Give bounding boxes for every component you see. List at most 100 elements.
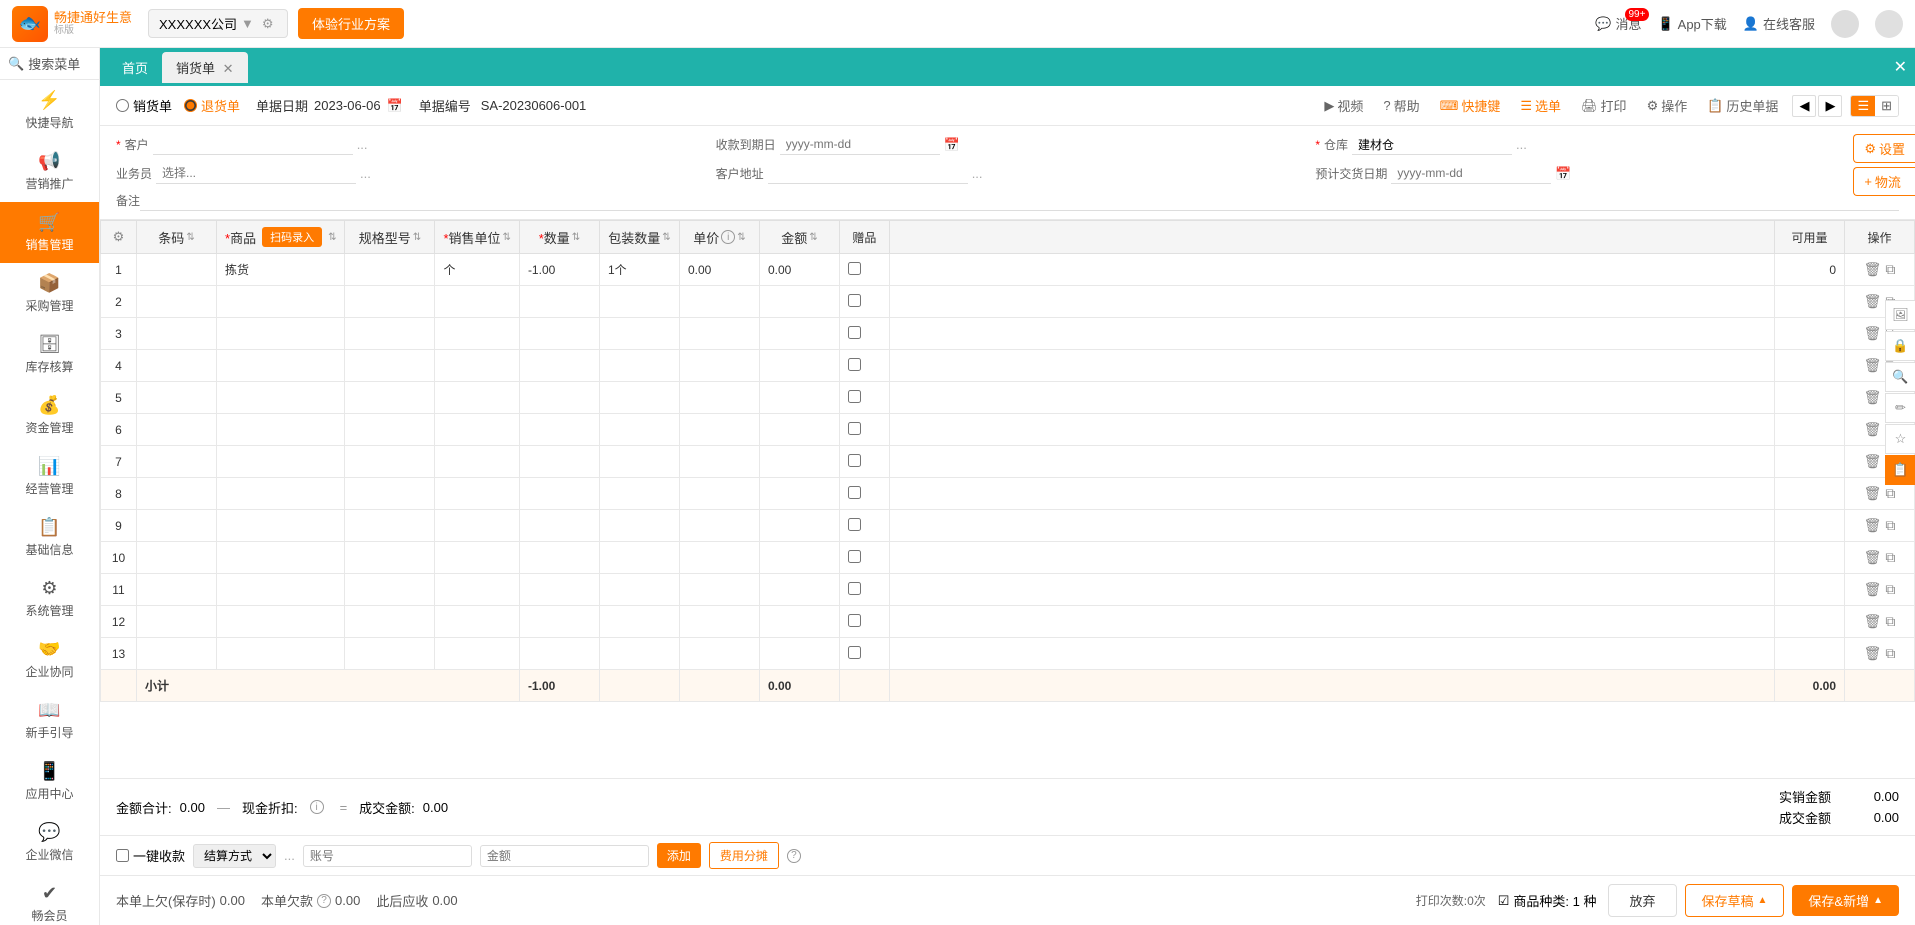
price-1[interactable]: 0.00 <box>679 254 759 286</box>
note-input[interactable] <box>140 190 1899 211</box>
goods-2[interactable] <box>217 286 345 318</box>
barcode-1[interactable] <box>137 254 217 286</box>
float-lock-btn[interactable]: 🔒 <box>1885 331 1915 361</box>
col-settings-gear-icon[interactable]: ⚙ <box>113 229 125 244</box>
balance-help-icon[interactable]: ? <box>317 894 331 908</box>
sidebar-item-wechat[interactable]: 💬 企业微信 <box>0 812 99 873</box>
sidebar-item-operation[interactable]: 📊 经营管理 <box>0 446 99 507</box>
sidebar-item-inventory[interactable]: 🗄 库存核算 <box>0 324 99 385</box>
one-click-payment-label[interactable]: 一键收款 <box>116 846 185 865</box>
payment-help-icon[interactable]: ? <box>787 849 801 863</box>
copy-icon-8[interactable]: ⧉ <box>1885 485 1895 502</box>
delete-icon-13[interactable]: 🗑 <box>1864 645 1882 662</box>
tab-home[interactable]: 首页 <box>108 52 162 83</box>
expected-delivery-input[interactable] <box>1391 163 1551 184</box>
sidebar-item-member[interactable]: ✔ 畅会员 <box>0 873 99 925</box>
gift-checkbox-1[interactable] <box>848 262 861 275</box>
payment-method-select[interactable]: 结算方式 <box>193 844 276 868</box>
print-btn[interactable]: 🖨 打印 <box>1575 94 1633 117</box>
sidebar-search[interactable]: 🔍 搜索菜单 <box>0 48 99 80</box>
logistics-button[interactable]: + 物流 <box>1853 167 1915 196</box>
goods-1[interactable]: 拣货 <box>217 254 345 286</box>
address-dots[interactable]: ... <box>972 166 983 181</box>
delete-icon-9[interactable]: 🗑 <box>1864 517 1882 534</box>
qty-1[interactable]: -1.00 <box>519 254 599 286</box>
sidebar-item-system[interactable]: ⚙ 系统管理 <box>0 568 99 629</box>
prev-arrow[interactable]: ◀ <box>1792 95 1816 117</box>
warehouse-dots[interactable]: ... <box>1516 137 1527 152</box>
return-order-radio[interactable]: 退货单 <box>184 96 240 115</box>
tab-close-icon[interactable]: ✕ <box>223 61 234 76</box>
sidebar-item-finance[interactable]: 💰 资金管理 <box>0 385 99 446</box>
copy-icon-1[interactable]: ⧉ <box>1885 261 1895 278</box>
save-draft-button[interactable]: 保存草稿 ▲ <box>1685 884 1785 917</box>
barcode-sort-icon[interactable]: ⇅ <box>186 232 194 243</box>
delete-icon-10[interactable]: 🗑 <box>1864 549 1882 566</box>
sidebar-item-guide[interactable]: 📖 新手引导 <box>0 690 99 751</box>
delete-icon-5[interactable]: 🗑 <box>1864 389 1882 406</box>
select-btn[interactable]: ☰ 选单 <box>1514 94 1567 117</box>
expense-split-btn[interactable]: 费用分摊 <box>709 842 779 869</box>
scan-btn[interactable]: 扫码录入 <box>262 227 322 247</box>
grid-view-btn[interactable]: ⊞ <box>1875 96 1898 116</box>
gift-1[interactable] <box>839 254 889 286</box>
account-input[interactable] <box>303 845 472 867</box>
sidebar-item-base[interactable]: 📋 基础信息 <box>0 507 99 568</box>
delete-icon-3[interactable]: 🗑 <box>1864 325 1882 342</box>
calendar-icon[interactable]: 📅 <box>387 98 403 114</box>
float-search-btn[interactable]: 🔍 <box>1885 362 1915 392</box>
delete-icon-11[interactable]: 🗑 <box>1864 581 1882 598</box>
unit-sort-icon[interactable]: ⇅ <box>503 232 511 243</box>
spec-1[interactable] <box>345 254 435 286</box>
app-download-button[interactable]: 📱 App下载 <box>1657 14 1726 33</box>
settings-button[interactable]: ⚙ 设置 <box>1853 134 1915 163</box>
company-selector[interactable]: XXXXXX公司 ▼ ⚙ <box>148 9 288 38</box>
price-sort-icon[interactable]: ⇅ <box>737 232 745 243</box>
pkg-sort-icon[interactable]: ⇅ <box>662 232 670 243</box>
list-view-btn[interactable]: ☰ <box>1851 96 1875 116</box>
delete-icon-8[interactable]: 🗑 <box>1864 485 1882 502</box>
add-payment-btn[interactable]: 添加 <box>657 843 701 868</box>
float-star-btn[interactable]: ☆ <box>1885 424 1915 454</box>
warehouse-input[interactable] <box>1352 134 1512 155</box>
float-action-btn[interactable]: 📋 <box>1885 455 1915 485</box>
doc-number-value[interactable]: SA-20230606-001 <box>481 98 587 113</box>
sidebar-item-marketing[interactable]: 📢 营销推广 <box>0 141 99 202</box>
customer-dots[interactable]: ... <box>357 137 368 152</box>
sales-order-radio[interactable]: 销货单 <box>116 96 172 115</box>
settings-icon[interactable]: ⚙ <box>262 16 274 32</box>
sidebar-item-apps[interactable]: 📱 应用中心 <box>0 751 99 812</box>
receive-date-input[interactable] <box>780 134 940 155</box>
barcode-2[interactable] <box>137 286 217 318</box>
customer-input[interactable] <box>153 134 353 155</box>
pkg-1[interactable]: 1个 <box>599 254 679 286</box>
qty-sort-icon[interactable]: ⇅ <box>572 232 580 243</box>
save-new-button[interactable]: 保存&新增 ▲ <box>1792 885 1899 916</box>
doc-date-value[interactable]: 2023-06-06 <box>314 98 381 113</box>
history-btn[interactable]: 📋 历史单据 <box>1701 94 1784 117</box>
amount-sort-icon[interactable]: ⇅ <box>809 232 817 243</box>
discount-info-icon[interactable]: i <box>310 800 324 814</box>
receive-date-calendar-icon[interactable]: 📅 <box>944 137 960 153</box>
delete-icon-2[interactable]: 🗑 <box>1864 293 1882 310</box>
sidebar-item-sales[interactable]: 🛒 销售管理 <box>0 202 99 263</box>
copy-icon-9[interactable]: ⧉ <box>1885 517 1895 534</box>
user-avatar[interactable] <box>1831 10 1859 38</box>
float-img-btn[interactable]: 🖼 <box>1885 300 1915 330</box>
copy-icon-10[interactable]: ⧉ <box>1885 549 1895 566</box>
operation-btn[interactable]: ⚙ 操作 <box>1641 94 1694 117</box>
price-info-icon[interactable]: i <box>721 230 735 244</box>
sidebar-item-purchase[interactable]: 📦 采购管理 <box>0 263 99 324</box>
delete-icon-7[interactable]: 🗑 <box>1864 453 1882 470</box>
float-edit-btn[interactable]: ✏ <box>1885 393 1915 423</box>
user-avatar2[interactable] <box>1875 10 1903 38</box>
message-button[interactable]: 💬 消息 99+ <box>1595 14 1641 33</box>
sidebar-item-quick-nav[interactable]: ⚡ 快捷导航 <box>0 80 99 141</box>
tab-sales-order[interactable]: 销货单 ✕ <box>162 52 248 83</box>
tab-bar-close-icon[interactable]: ✕ <box>1894 57 1907 77</box>
delete-icon-4[interactable]: 🗑 <box>1864 357 1882 374</box>
spec-sort-icon[interactable]: ⇅ <box>413 232 421 243</box>
shortcut-btn[interactable]: ⌨ 快捷键 <box>1434 94 1507 117</box>
delete-icon-12[interactable]: 🗑 <box>1864 613 1882 630</box>
copy-icon-11[interactable]: ⧉ <box>1885 581 1895 598</box>
